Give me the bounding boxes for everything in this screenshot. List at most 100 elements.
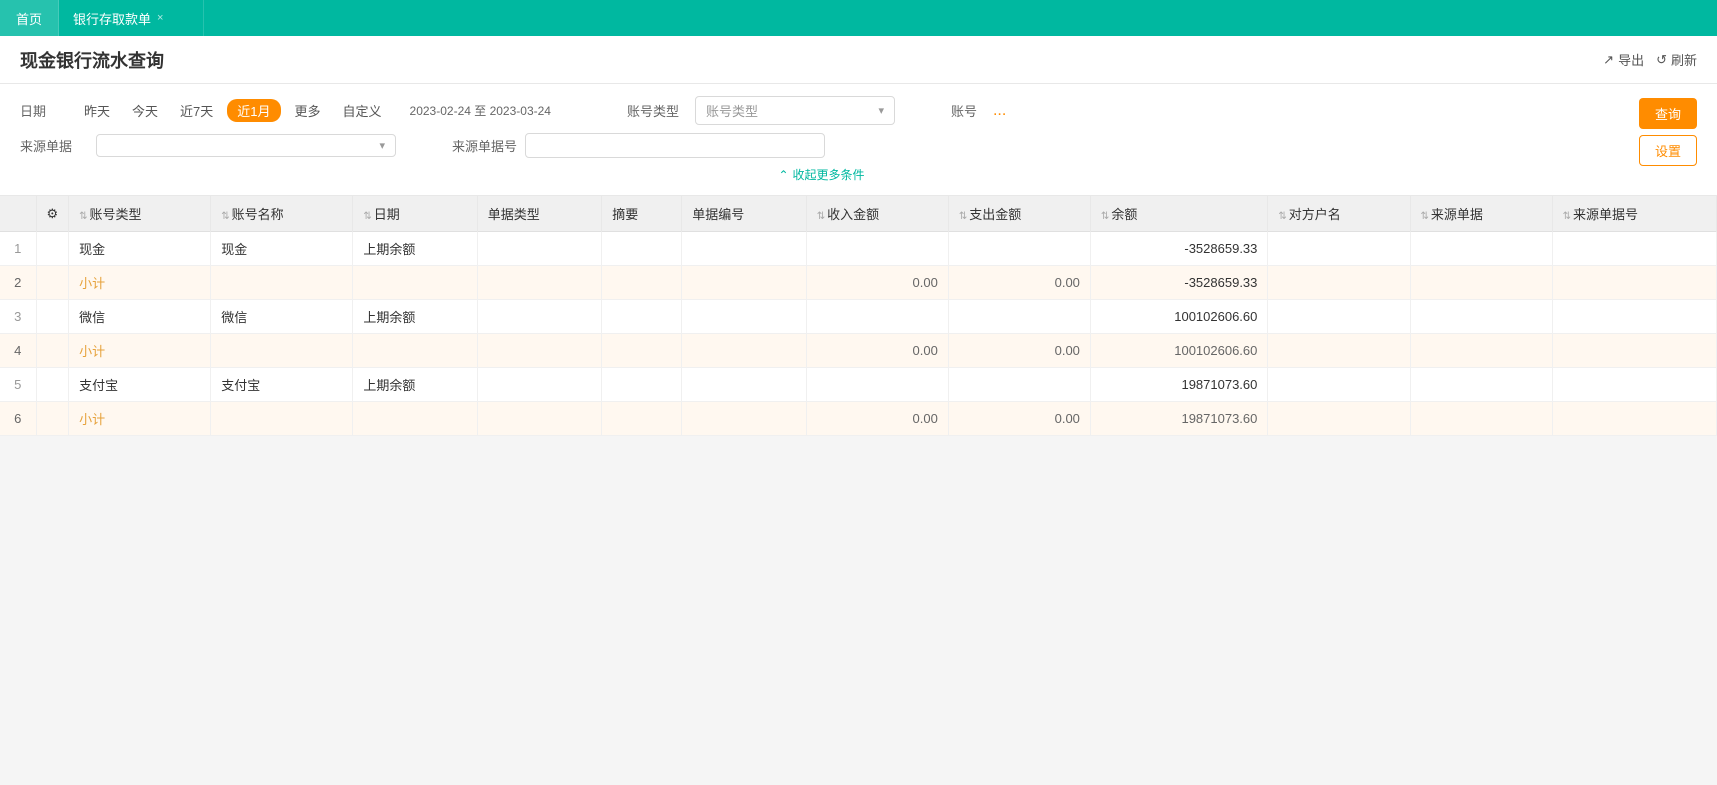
filter-left: 日期 昨天今天近7天近1月更多自定义 2023-02-24 至 2023-03-… xyxy=(20,96,1623,183)
cell-summary xyxy=(602,266,682,300)
chevron-down-icon: ▾ xyxy=(878,104,884,117)
cell-counterpart xyxy=(1268,368,1410,402)
collapse-icon: ⌃ xyxy=(778,168,788,182)
cell-summary xyxy=(602,334,682,368)
cell-balance: -3528659.33 xyxy=(1090,266,1267,300)
settings-button[interactable]: 设置 xyxy=(1639,135,1697,166)
source-doc-select[interactable]: ▾ xyxy=(96,134,396,157)
cell-balance: 19871073.60 xyxy=(1090,402,1267,436)
date-option-近7天[interactable]: 近7天 xyxy=(172,99,221,122)
close-icon[interactable]: × xyxy=(157,12,163,24)
date-range: 2023-02-24 至 2023-03-24 xyxy=(410,102,551,119)
cell-date: 上期余额 xyxy=(353,300,477,334)
cell-account_name: 微信 xyxy=(211,300,353,334)
cell-account_type: 支付宝 xyxy=(69,368,211,402)
table-row[interactable]: 1现金现金上期余额-3528659.33 xyxy=(0,232,1717,266)
cell-source_doc xyxy=(1410,334,1552,368)
col-income[interactable]: ⇅收入金额 xyxy=(806,196,948,232)
filter-row-1: 日期 昨天今天近7天近1月更多自定义 2023-02-24 至 2023-03-… xyxy=(20,96,1623,125)
account-type-label: 账号类型 xyxy=(627,101,687,120)
account-label: 账号 xyxy=(951,101,981,120)
nav-tabs: 收款单×付款单×其他收入单×应收应付调整单×银行存取款单×预收冲应收单×收款核销… xyxy=(59,0,204,36)
col-expense[interactable]: ⇅支出金额 xyxy=(948,196,1090,232)
cell-row-num: 3 xyxy=(0,300,36,334)
cell-expense: 0.00 xyxy=(948,266,1090,300)
table-row[interactable]: 4小计0.000.00100102606.60 xyxy=(0,334,1717,368)
cell-account_name xyxy=(211,402,353,436)
filter-row-2: 来源单据 ▾ 来源单据号 xyxy=(20,133,1623,158)
col-counterpart[interactable]: ⇅对方户名 xyxy=(1268,196,1410,232)
refresh-button[interactable]: ↺ 刷新 xyxy=(1656,50,1697,69)
chevron-down-icon-2: ▾ xyxy=(379,139,385,152)
collapse-bar[interactable]: ⌃ 收起更多条件 xyxy=(20,166,1623,183)
cell-income xyxy=(806,232,948,266)
cell-doc_type xyxy=(477,266,601,300)
col-source_doc[interactable]: ⇅来源单据 xyxy=(1410,196,1552,232)
query-button[interactable]: 查询 xyxy=(1639,98,1697,129)
col-gear: ⚙ xyxy=(36,196,69,232)
cell-account_type: 微信 xyxy=(69,300,211,334)
nav-home[interactable]: 首页 xyxy=(0,0,59,36)
col-balance[interactable]: ⇅余额 xyxy=(1090,196,1267,232)
date-label: 日期 xyxy=(20,101,60,120)
cell-doc_no xyxy=(682,368,806,402)
cell-counterpart xyxy=(1268,402,1410,436)
col-source_doc_no[interactable]: ⇅来源单据号 xyxy=(1552,196,1716,232)
cell-account_name xyxy=(211,266,353,300)
table-row[interactable]: 3微信微信上期余额100102606.60 xyxy=(0,300,1717,334)
cell-source_doc_no xyxy=(1552,334,1716,368)
cell-row-num: 1 xyxy=(0,232,36,266)
date-options: 昨天今天近7天近1月更多自定义 xyxy=(76,99,390,122)
cell-expense: 0.00 xyxy=(948,402,1090,436)
date-option-昨天[interactable]: 昨天 xyxy=(76,99,118,122)
date-option-自定义[interactable]: 自定义 xyxy=(335,99,390,122)
collapse-label: 收起更多条件 xyxy=(793,166,865,183)
cell-income: 0.00 xyxy=(806,334,948,368)
table-row[interactable]: 5支付宝支付宝上期余额19871073.60 xyxy=(0,368,1717,402)
cell-account_type: 小计 xyxy=(69,402,211,436)
cell-balance: -3528659.33 xyxy=(1090,232,1267,266)
cell-gear xyxy=(36,266,69,300)
cell-doc_no xyxy=(682,402,806,436)
cell-doc_no xyxy=(682,266,806,300)
cell-expense xyxy=(948,300,1090,334)
cell-counterpart xyxy=(1268,300,1410,334)
more-options-button[interactable]: ... xyxy=(989,102,1010,120)
col-doc_no: 单据编号 xyxy=(682,196,806,232)
filter-main: 日期 昨天今天近7天近1月更多自定义 2023-02-24 至 2023-03-… xyxy=(20,96,1697,183)
cell-source_doc xyxy=(1410,300,1552,334)
table-header: ⚙⇅账号类型⇅账号名称⇅日期单据类型摘要单据编号⇅收入金额⇅支出金额⇅余额⇅对方… xyxy=(0,196,1717,232)
cell-date xyxy=(353,266,477,300)
date-option-更多[interactable]: 更多 xyxy=(287,99,329,122)
cell-date xyxy=(353,402,477,436)
nav-tab-银行存取款单[interactable]: 银行存取款单× xyxy=(59,0,204,36)
cell-gear xyxy=(36,368,69,402)
col-date[interactable]: ⇅日期 xyxy=(353,196,477,232)
cell-account_type: 小计 xyxy=(69,334,211,368)
source-doc-num-input[interactable] xyxy=(525,133,825,158)
cell-source_doc xyxy=(1410,402,1552,436)
cell-source_doc_no xyxy=(1552,232,1716,266)
table-row[interactable]: 2小计0.000.00-3528659.33 xyxy=(0,266,1717,300)
col-account_name[interactable]: ⇅账号名称 xyxy=(211,196,353,232)
date-option-近1月[interactable]: 近1月 xyxy=(227,99,280,122)
cell-counterpart xyxy=(1268,232,1410,266)
cell-income xyxy=(806,368,948,402)
cell-doc_type xyxy=(477,232,601,266)
source-doc-label: 来源单据 xyxy=(20,136,80,155)
source-doc-num-label: 来源单据号 xyxy=(452,136,517,155)
table-row[interactable]: 6小计0.000.0019871073.60 xyxy=(0,402,1717,436)
cell-source_doc_no xyxy=(1552,368,1716,402)
cell-summary xyxy=(602,300,682,334)
cell-balance: 100102606.60 xyxy=(1090,300,1267,334)
header-actions: ↗ 导出 ↺ 刷新 xyxy=(1603,50,1697,69)
account-type-select[interactable]: 账号类型 ▾ xyxy=(695,96,895,125)
cell-source_doc xyxy=(1410,368,1552,402)
cell-doc_type xyxy=(477,334,601,368)
col-account_type[interactable]: ⇅账号类型 xyxy=(69,196,211,232)
date-option-今天[interactable]: 今天 xyxy=(124,99,166,122)
cell-balance: 19871073.60 xyxy=(1090,368,1267,402)
export-button[interactable]: ↗ 导出 xyxy=(1603,50,1644,69)
cell-gear xyxy=(36,334,69,368)
cell-doc_type xyxy=(477,368,601,402)
